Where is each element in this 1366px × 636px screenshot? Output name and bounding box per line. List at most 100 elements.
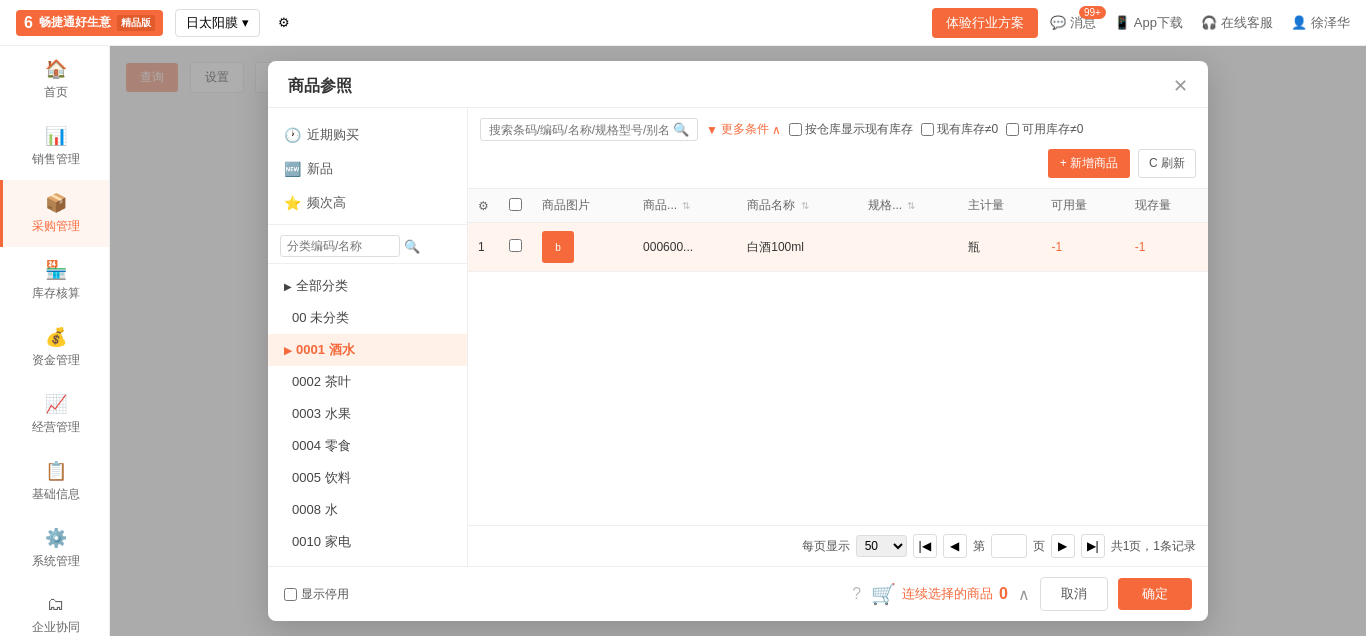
toolbar: 🔍 ▼ 更多条件 ∧ 按仓库显示现有库存 (468, 108, 1208, 189)
chevron-up-icon: ∧ (772, 123, 781, 137)
cancel-button[interactable]: 取消 (1040, 577, 1108, 611)
cell-available: -1 (1041, 223, 1124, 272)
category-0010[interactable]: 0010 家电 (268, 526, 467, 556)
select-all-checkbox[interactable] (509, 198, 522, 211)
trial-button[interactable]: 体验行业方案 (932, 8, 1038, 38)
col-spec: 规格... ⇅ (858, 189, 958, 223)
pagination: 每页显示 50 20 100 |◀ ◀ 第 1 页 ▶ (468, 525, 1208, 566)
cell-stock: -1 (1125, 223, 1208, 272)
star-icon: ⭐ (284, 195, 301, 211)
sidebar-item-home[interactable]: 🏠 首页 (0, 46, 109, 113)
app-logo: 6 畅捷通好生意 精品版 (16, 10, 163, 36)
service-item[interactable]: 🎧 在线客服 (1201, 14, 1273, 32)
search-icon[interactable]: 🔍 (673, 122, 689, 137)
modal-header: 商品参照 ✕ (268, 61, 1208, 108)
confirm-button[interactable]: 确定 (1118, 578, 1192, 610)
left-nav-frequent[interactable]: ⭐ 频次高 (268, 186, 467, 220)
settings-icon[interactable]: ⚙ (272, 11, 296, 35)
sort-code-icon[interactable]: ⇅ (682, 200, 690, 211)
sidebar-item-system[interactable]: ⚙️ 系统管理 (0, 515, 109, 582)
product-thumbnail: b (542, 231, 574, 263)
left-nav-recent[interactable]: 🕐 近期购买 (268, 118, 467, 152)
cell-index: 1 (468, 223, 499, 272)
sort-spec-icon[interactable]: ⇅ (907, 200, 915, 211)
table-area: ⚙ 商品图片 商品... ⇅ (468, 189, 1208, 525)
col-code: 商品... ⇅ (633, 189, 737, 223)
sort-name-icon[interactable]: ⇅ (801, 200, 809, 211)
phone-icon: 📱 (1114, 15, 1130, 30)
filter-button[interactable]: ▼ 更多条件 ∧ (706, 121, 781, 138)
topbar-icons: 💬 消息 99+ 📱 App下载 🎧 在线客服 👤 徐泽华 (1050, 14, 1350, 32)
category-0001[interactable]: ▶ 0001 酒水 (268, 334, 467, 366)
refresh-button[interactable]: C 刷新 (1138, 149, 1196, 178)
purchase-icon: 📦 (45, 192, 67, 214)
current-stock-checkbox-label[interactable]: 现有库存≠0 (921, 121, 998, 138)
collapse-icon[interactable]: ∧ (1018, 585, 1030, 604)
prev-page-button[interactable]: ◀ (943, 534, 967, 558)
warehouse-checkbox[interactable] (789, 123, 802, 136)
sidebar-item-sales[interactable]: 📊 销售管理 (0, 113, 109, 180)
add-product-button[interactable]: + 新增商品 (1048, 149, 1130, 178)
category-0002[interactable]: 0002 茶叶 (268, 366, 467, 398)
first-page-button[interactable]: |◀ (913, 534, 937, 558)
system-icon: ⚙️ (45, 527, 67, 549)
sidebar-item-operations[interactable]: 📈 经营管理 (0, 381, 109, 448)
modal-title: 商品参照 (288, 76, 352, 97)
show-disabled-checkbox[interactable] (284, 588, 297, 601)
category-search-area: 🔍 (268, 229, 467, 264)
row-checkbox[interactable] (509, 239, 522, 252)
page-number-input[interactable]: 1 (991, 534, 1027, 558)
category-0008[interactable]: 0008 水 (268, 494, 467, 526)
cell-checkbox[interactable] (499, 223, 532, 272)
available-stock-checkbox-label[interactable]: 可用库存≠0 (1006, 121, 1083, 138)
table-row[interactable]: 1 b 000600... 白酒100ml (468, 223, 1208, 272)
app-download-item[interactable]: 📱 App下载 (1114, 14, 1183, 32)
last-page-button[interactable]: ▶| (1081, 534, 1105, 558)
sidebar-item-basic-info[interactable]: 📋 基础信息 (0, 448, 109, 515)
warehouse-checkbox-label[interactable]: 按仓库显示现有库存 (789, 121, 913, 138)
col-unit: 主计量 (958, 189, 1041, 223)
user-avatar[interactable]: 👤 徐泽华 (1291, 14, 1350, 32)
sidebar-item-inventory[interactable]: 🏪 库存核算 (0, 247, 109, 314)
right-panel: 🔍 ▼ 更多条件 ∧ 按仓库显示现有库存 (468, 108, 1208, 566)
category-00[interactable]: 00 未分类 (268, 302, 467, 334)
col-settings-icon[interactable]: ⚙ (478, 199, 489, 213)
logo-text: 畅捷通好生意 (39, 14, 111, 31)
category-0003[interactable]: 0003 水果 (268, 398, 467, 430)
toolbar-right: + 新增商品 C 刷新 (1048, 149, 1196, 178)
available-stock-checkbox[interactable] (1006, 123, 1019, 136)
col-checkbox (499, 189, 532, 223)
left-panel: 🕐 近期购买 🆕 新品 ⭐ 频次高 (268, 108, 468, 566)
current-stock-checkbox[interactable] (921, 123, 934, 136)
sidebar-item-purchase[interactable]: 📦 采购管理 (0, 180, 109, 247)
help-icon[interactable]: ? (852, 585, 861, 603)
branch-selector[interactable]: 日太阳膜 ▾ (175, 9, 260, 37)
modal-overlay: 商品参照 ✕ 🕐 近期购买 🆕 (110, 46, 1366, 636)
per-page-select[interactable]: 50 20 100 (856, 535, 907, 557)
next-page-button[interactable]: ▶ (1051, 534, 1075, 558)
messages-icon-item[interactable]: 💬 消息 99+ (1050, 14, 1096, 32)
cell-name: 白酒100ml (737, 223, 858, 272)
cart-area[interactable]: 🛒 连续选择的商品 0 (871, 582, 1008, 606)
sidebar-item-finance[interactable]: 💰 资金管理 (0, 314, 109, 381)
category-0005[interactable]: 0005 饮料 (268, 462, 467, 494)
category-list: ▶ 全部分类 00 未分类 ▶ 0001 酒水 0002 茶叶 0003 水果 (268, 264, 467, 556)
operations-icon: 📈 (45, 393, 67, 415)
category-0004[interactable]: 0004 零食 (268, 430, 467, 462)
product-table: ⚙ 商品图片 商品... ⇅ (468, 189, 1208, 272)
chevron-down-icon: ▾ (242, 15, 249, 30)
category-search-input[interactable] (280, 235, 400, 257)
modal-body: 🕐 近期购买 🆕 新品 ⭐ 频次高 (268, 108, 1208, 566)
category-search-icon[interactable]: 🔍 (404, 239, 420, 254)
sidebar-item-collab[interactable]: 🗂 企业协同 (0, 582, 109, 636)
col-settings[interactable]: ⚙ (468, 189, 499, 223)
col-image: 商品图片 (532, 189, 633, 223)
left-nav-new[interactable]: 🆕 新品 (268, 152, 467, 186)
show-disabled-label[interactable]: 显示停用 (284, 586, 349, 603)
category-all[interactable]: ▶ 全部分类 (268, 270, 467, 302)
finance-icon: 💰 (45, 326, 67, 348)
search-input-wrap: 🔍 (480, 118, 698, 141)
modal-close-button[interactable]: ✕ (1173, 75, 1188, 97)
collab-icon: 🗂 (47, 594, 65, 615)
product-search-input[interactable] (489, 123, 669, 137)
